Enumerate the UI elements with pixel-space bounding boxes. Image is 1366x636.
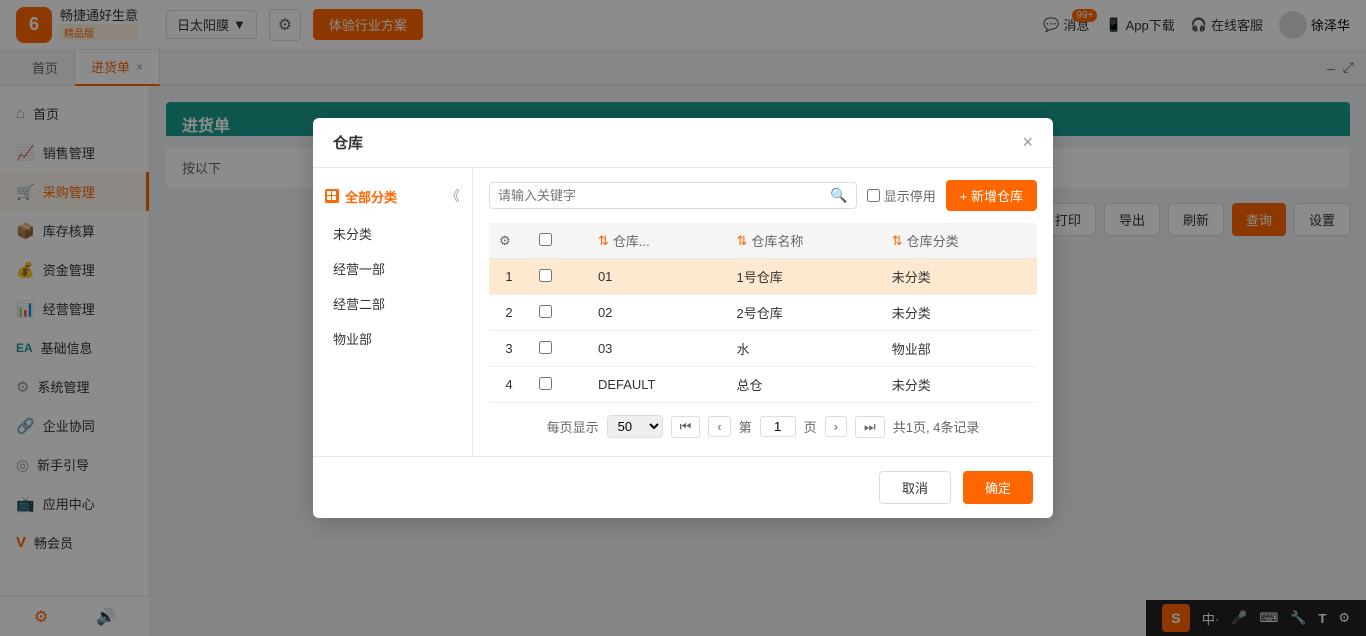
row-4-num: 4 [489,367,529,403]
sort-icon-name: ⇅ [736,233,747,249]
row-1-num: 1 [489,259,529,295]
col-checkbox [529,223,588,259]
col-name: ⇅ 仓库名称 [726,223,881,259]
col-code-label: 仓库... [613,231,650,250]
category-panel: 全部分类 《 未分类 经营一部 经营二部 物业部 [313,168,473,456]
category-header: 全部分类 《 [313,180,472,216]
confirm-button[interactable]: 确定 [963,471,1033,504]
total-records: 共1页, 4条记录 [893,417,980,436]
row-3-num: 3 [489,331,529,367]
table-row[interactable]: 4 DEFAULT 总仓 未分类 [489,367,1037,403]
cancel-button[interactable]: 取消 [879,471,951,504]
pagination: 每页显示 50 100 ⏮ ‹ 第 页 › ⏭ 共1页, 4条记录 [489,403,1037,444]
modal-body: 全部分类 《 未分类 经营一部 经营二部 物业部 🔍 [313,168,1053,456]
modal-header: 仓库 × [313,118,1053,168]
category-item-unclassified[interactable]: 未分类 [313,216,472,251]
first-page-button[interactable]: ⏮ [671,416,701,438]
category-item-dept2[interactable]: 经营二部 [313,286,472,321]
modal-title: 仓库 [333,132,363,153]
add-warehouse-button[interactable]: + 新增仓库 [946,180,1037,211]
modal-close-button[interactable]: × [1022,132,1033,153]
row-4-checkbox[interactable] [529,367,588,403]
row-1-name: 1号仓库 [726,259,881,295]
row-1-checkbox[interactable] [529,259,588,295]
col-category-label: 仓库分类 [907,231,959,250]
page-unit: 页 [804,417,817,436]
row-1-code: 01 [588,259,727,295]
gear-col-icon: ⚙ [499,233,511,248]
col-name-label: 仓库名称 [751,231,803,250]
sort-icon-category: ⇅ [892,233,903,249]
per-page-select[interactable]: 50 100 [607,415,663,438]
show-disabled-label: 显示停用 [884,186,936,205]
sort-icon-code: ⇅ [598,233,609,249]
table-panel: 🔍 显示停用 + 新增仓库 ⚙ [473,168,1053,456]
table-row[interactable]: 1 01 1号仓库 未分类 [489,259,1037,295]
next-page-button[interactable]: › [825,416,847,437]
row-4-name: 总仓 [726,367,881,403]
table-row[interactable]: 2 02 2号仓库 未分类 [489,295,1037,331]
row-2-category: 未分类 [882,295,1037,331]
col-code: ⇅ 仓库... [588,223,727,259]
category-all[interactable]: 全部分类 [325,187,397,206]
col-category: ⇅ 仓库分类 [882,223,1037,259]
row-1-category: 未分类 [882,259,1037,295]
warehouse-modal: 仓库 × 全部分 [313,118,1053,518]
category-all-icon [325,189,339,203]
page-number-input[interactable] [760,416,796,437]
row-3-checkbox[interactable] [529,331,588,367]
col-settings: ⚙ [489,223,529,259]
table-toolbar: 🔍 显示停用 + 新增仓库 [489,180,1037,211]
category-item-property[interactable]: 物业部 [313,321,472,356]
row-3-category: 物业部 [882,331,1037,367]
row-2-name: 2号仓库 [726,295,881,331]
show-disabled-toggle[interactable]: 显示停用 [867,186,936,205]
row-3-name: 水 [726,331,881,367]
table-row[interactable]: 3 03 水 物业部 [489,331,1037,367]
collapse-button[interactable]: 《 [446,186,460,206]
prev-page-button[interactable]: ‹ [708,416,730,437]
show-disabled-checkbox[interactable] [867,189,880,202]
row-2-num: 2 [489,295,529,331]
select-all-checkbox[interactable] [539,233,552,246]
per-page-label: 每页显示 [547,417,599,436]
warehouse-table: ⚙ ⇅ 仓库... ⇅ 仓库名称 [489,223,1037,403]
search-box: 🔍 [489,182,857,209]
search-icon: 🔍 [830,187,847,204]
page-label: 第 [739,417,752,436]
modal-overlay: 仓库 × 全部分 [0,0,1366,636]
modal-footer: 取消 确定 [313,456,1053,518]
row-4-code: DEFAULT [588,367,727,403]
category-item-dept1[interactable]: 经营一部 [313,251,472,286]
category-all-label: 全部分类 [345,187,397,206]
row-4-category: 未分类 [882,367,1037,403]
search-input[interactable] [498,188,824,203]
last-page-button[interactable]: ⏭ [855,416,885,438]
row-3-code: 03 [588,331,727,367]
row-2-checkbox[interactable] [529,295,588,331]
row-2-code: 02 [588,295,727,331]
